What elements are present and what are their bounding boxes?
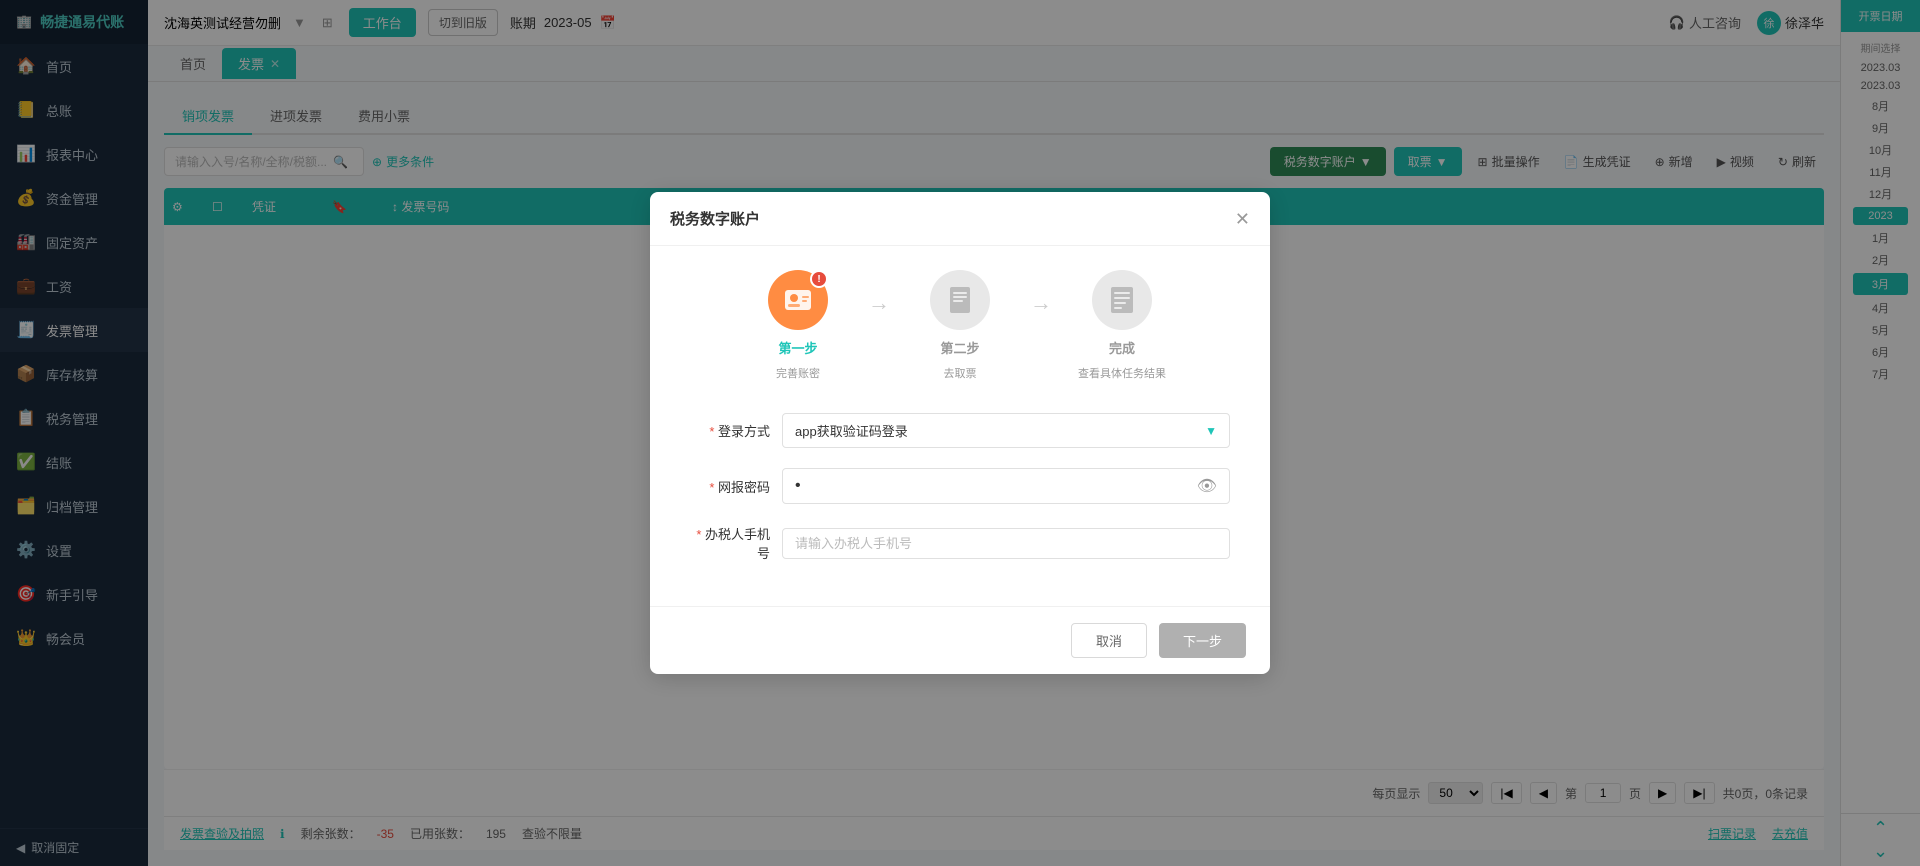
checklist-svg [1106, 284, 1138, 316]
eye-icon[interactable]: 👁 [1197, 476, 1217, 496]
password-field[interactable]: • 👁 [782, 468, 1230, 504]
cancel-btn[interactable]: 取消 [1071, 623, 1147, 658]
form-row-phone: 办税人手机号 [690, 524, 1230, 562]
modal-body: ! 第一步 完善账密 → 第 [650, 246, 1270, 606]
step-arrow-1: → [868, 270, 890, 316]
step-2-icon [930, 270, 990, 330]
form-row-login-method: 登录方式 app获取验证码登录 ▼ [690, 413, 1230, 448]
step-1-title: 第一步 [778, 338, 817, 357]
step-3-icon [1092, 270, 1152, 330]
step-1-desc: 完善账密 [776, 365, 820, 381]
next-btn[interactable]: 下一步 [1159, 623, 1246, 658]
password-value: • [795, 477, 805, 495]
step-2-desc: 去取票 [944, 365, 977, 381]
step-2-title: 第二步 [940, 338, 979, 357]
step-arrow-2: → [1030, 270, 1052, 316]
modal-title: 税务数字账户 [670, 208, 760, 229]
steps: ! 第一步 完善账密 → 第 [690, 270, 1230, 381]
modal-header: 税务数字账户 ✕ [650, 192, 1270, 246]
step-3: 完成 查看具体任务结果 [1052, 270, 1192, 381]
step-3-desc: 查看具体任务结果 [1078, 365, 1166, 381]
taxpayer-phone-input[interactable] [782, 528, 1230, 559]
modal-overlay[interactable]: 税务数字账户 ✕ ! [0, 0, 1920, 866]
step-2: 第二步 去取票 [890, 270, 1030, 381]
modal-footer: 取消 下一步 [650, 606, 1270, 674]
step-1: ! 第一步 完善账密 [728, 270, 868, 381]
tax-account-modal: 税务数字账户 ✕ ! [650, 192, 1270, 674]
select-arrow-icon: ▼ [1205, 424, 1217, 438]
step-1-error-badge: ! [810, 270, 828, 288]
modal-close-btn[interactable]: ✕ [1235, 210, 1250, 228]
user-card-svg [782, 284, 814, 316]
step-3-title: 完成 [1109, 338, 1135, 357]
password-label: 网报密码 [690, 477, 770, 496]
login-method-label: 登录方式 [690, 421, 770, 440]
login-method-select[interactable]: app获取验证码登录 ▼ [782, 413, 1230, 448]
step-1-icon: ! [768, 270, 828, 330]
form-row-password: 网报密码 • 👁 [690, 468, 1230, 504]
document-svg [944, 284, 976, 316]
login-method-value: app获取验证码登录 [795, 421, 908, 440]
taxpayer-phone-label: 办税人手机号 [690, 524, 770, 562]
